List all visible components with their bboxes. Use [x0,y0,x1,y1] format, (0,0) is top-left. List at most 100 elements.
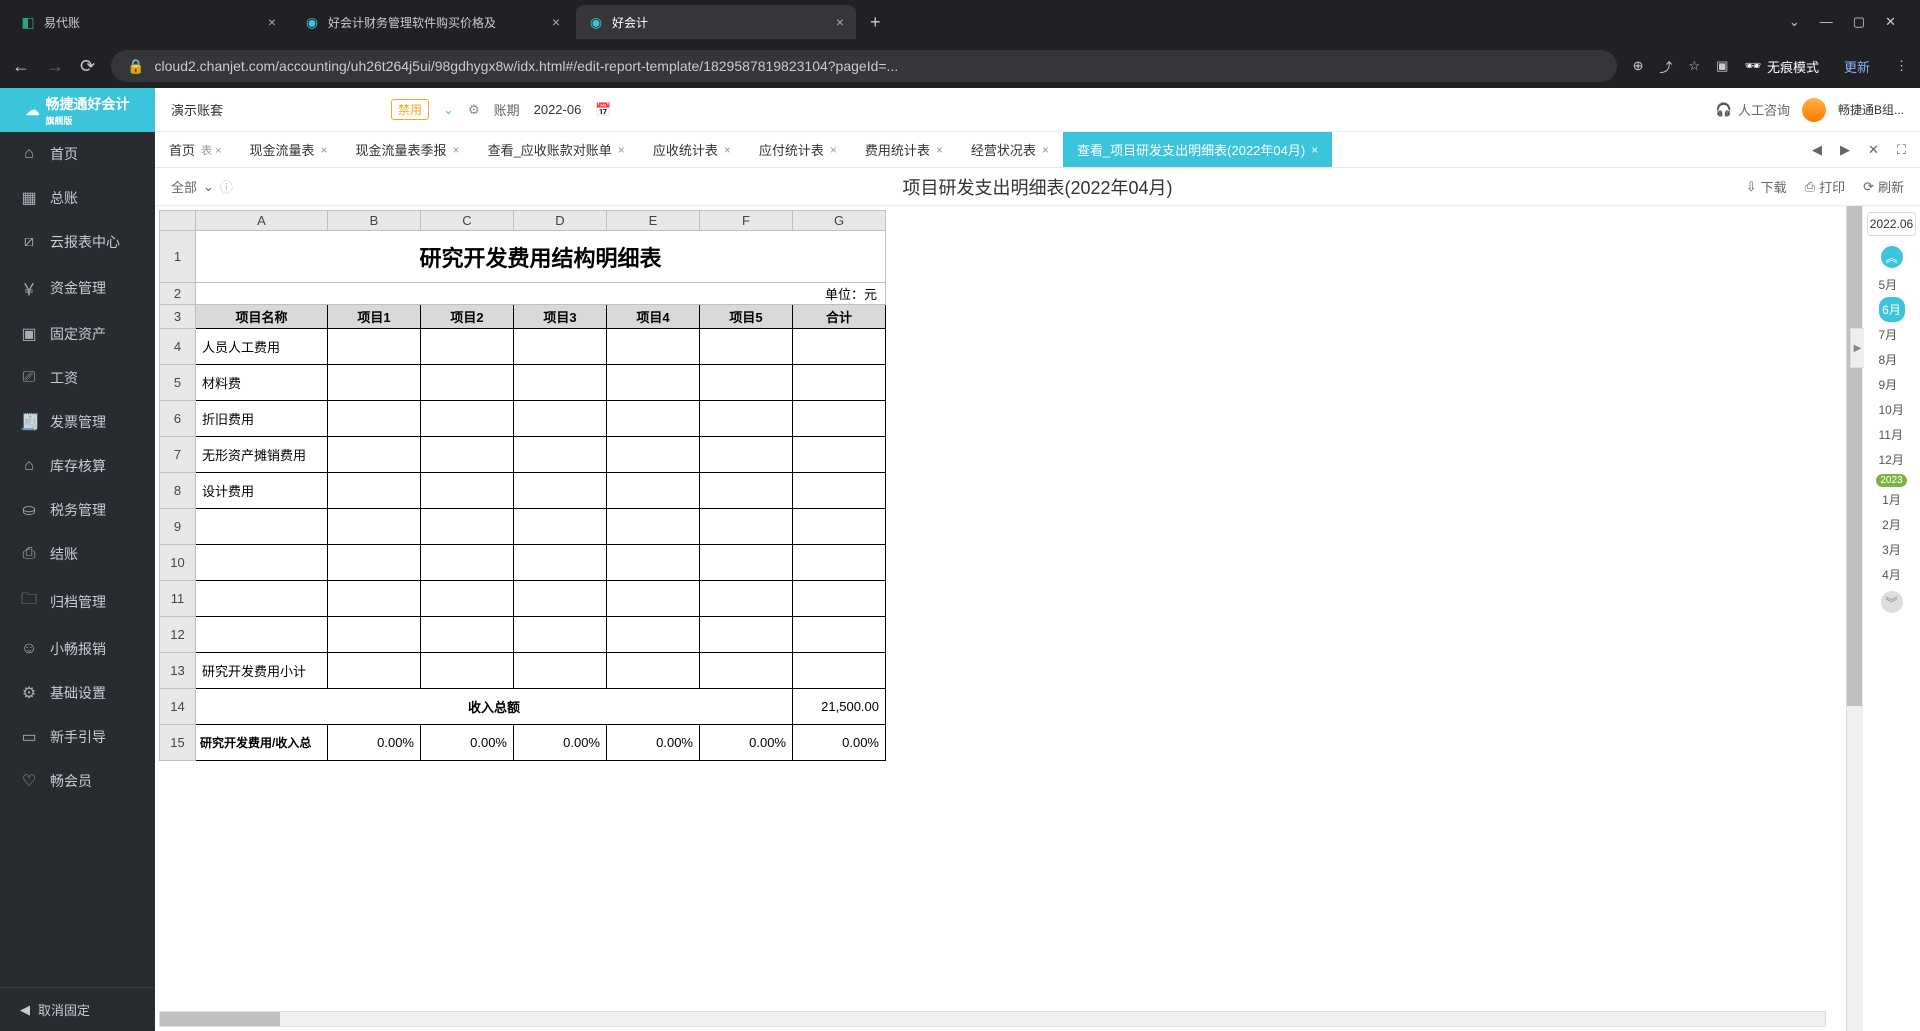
sidebar-item[interactable]: ▦总账 [0,176,155,220]
cell[interactable] [328,365,421,401]
url-input[interactable]: 🔒 cloud2.chanjet.com/accounting/uh26t264… [111,50,1616,82]
row-header[interactable]: 9 [160,509,196,545]
cell[interactable] [514,581,607,617]
cell[interactable] [793,437,886,473]
cell[interactable] [700,509,793,545]
row-header[interactable]: 4 [160,329,196,365]
cell[interactable] [328,437,421,473]
rail-up-icon[interactable]: ︽ [1881,246,1903,268]
sidebar-item[interactable]: ⎙结账 [0,532,155,576]
share-icon[interactable]: ⤴ [1659,57,1672,76]
row-label[interactable]: 无形资产摊销费用 [196,437,328,473]
cell[interactable] [700,545,793,581]
cell[interactable] [514,545,607,581]
print-button[interactable]: ⎙打印 [1805,177,1845,196]
sidebar-item[interactable]: ⛀税务管理 [0,488,155,532]
extensions-icon[interactable]: ▣ [1716,58,1728,74]
cell[interactable] [328,545,421,581]
row-label[interactable]: 材料费 [196,365,328,401]
star-icon[interactable]: ☆ [1689,58,1701,74]
cell[interactable] [421,509,514,545]
cell[interactable] [700,401,793,437]
row-header[interactable]: 14 [160,689,196,725]
chevron-down-icon[interactable]: ⌄ [1789,14,1800,30]
cell[interactable] [514,617,607,653]
cell[interactable] [328,581,421,617]
sidebar-item[interactable]: 🗀归档管理 [0,576,155,627]
cell[interactable] [793,581,886,617]
page-tab[interactable]: 首页表 × [155,132,236,167]
col-header[interactable]: E [607,211,700,231]
download-button[interactable]: ⇩下载 [1746,177,1787,196]
page-tab[interactable]: 应付统计表× [745,132,851,167]
col-header[interactable]: D [514,211,607,231]
col-header[interactable]: B [328,211,421,231]
tabs-prev-icon[interactable]: ◀ [1808,142,1826,158]
cell[interactable] [607,365,700,401]
tab-close-icon[interactable]: × [552,14,560,30]
cell[interactable] [328,329,421,365]
cell[interactable] [514,365,607,401]
row-header[interactable]: 6 [160,401,196,437]
cell[interactable] [793,545,886,581]
tab-close-icon[interactable]: × [936,143,943,157]
refresh-button[interactable]: ⟳刷新 [1863,177,1904,196]
cell[interactable] [421,437,514,473]
cell[interactable] [607,401,700,437]
rail-month[interactable]: 6月 [1879,297,1905,322]
maximize-icon[interactable]: ▢ [1853,14,1865,30]
forward-button[interactable]: → [46,56,64,77]
row-label[interactable]: 设计费用 [196,473,328,509]
sidebar-item[interactable]: ￥资金管理 [0,264,155,312]
rail-month[interactable]: 4月 [1882,562,1901,587]
close-icon[interactable]: ✕ [1885,14,1896,30]
rail-month[interactable]: 3月 [1882,537,1901,562]
row-label[interactable] [196,509,328,545]
cell[interactable] [421,545,514,581]
cell[interactable] [793,617,886,653]
col-header[interactable]: F [700,211,793,231]
row-header[interactable]: 7 [160,437,196,473]
reload-button[interactable]: ⟳ [80,56,95,77]
fullscreen-icon[interactable]: ⛶ [1893,142,1910,158]
sidebar-item[interactable]: ⎚工资 [0,356,155,400]
spreadsheet[interactable]: A B C D E F G 1 研究开发费用结构明细表 2 单位：元 [159,210,886,761]
cell[interactable] [607,545,700,581]
sidebar-item[interactable]: ⌂库存核算 [0,444,155,488]
cell[interactable] [328,473,421,509]
cell[interactable] [700,617,793,653]
col-header[interactable]: G [793,211,886,231]
cell[interactable] [700,365,793,401]
cell[interactable] [607,329,700,365]
row-label[interactable]: 折旧费用 [196,401,328,437]
cell[interactable] [421,617,514,653]
row-header[interactable]: 12 [160,617,196,653]
col-header[interactable]: C [421,211,514,231]
rail-month[interactable]: 11月 [1879,422,1905,447]
row-header[interactable]: 5 [160,365,196,401]
tab-close-icon[interactable]: × [268,14,276,30]
select-all-corner[interactable] [160,211,196,231]
sidebar-item[interactable]: ▭新手引导 [0,715,155,759]
cell[interactable] [328,509,421,545]
page-tab[interactable]: 查看_应收账款对账单× [474,132,639,167]
tab-close-icon[interactable]: × [321,143,328,157]
cell[interactable] [607,437,700,473]
zoom-icon[interactable]: ⊕ [1633,58,1644,74]
cell[interactable] [700,437,793,473]
row-header[interactable]: 13 [160,653,196,689]
row-header[interactable]: 11 [160,581,196,617]
page-tab[interactable]: 现金流量表季报× [342,132,474,167]
cell[interactable] [700,329,793,365]
cell[interactable] [514,329,607,365]
row-header[interactable]: 2 [160,283,196,305]
tabs-close-all-icon[interactable]: ✕ [1864,142,1883,158]
avatar[interactable] [1802,98,1826,122]
rail-month[interactable]: 7月 [1879,322,1905,347]
cell[interactable] [514,437,607,473]
page-tab[interactable]: 经营状况表× [957,132,1063,167]
cell[interactable] [514,473,607,509]
cell[interactable] [421,365,514,401]
rail-down-icon[interactable]: ︾ [1881,591,1903,613]
dropdown-icon[interactable]: ⌄ [443,102,454,118]
